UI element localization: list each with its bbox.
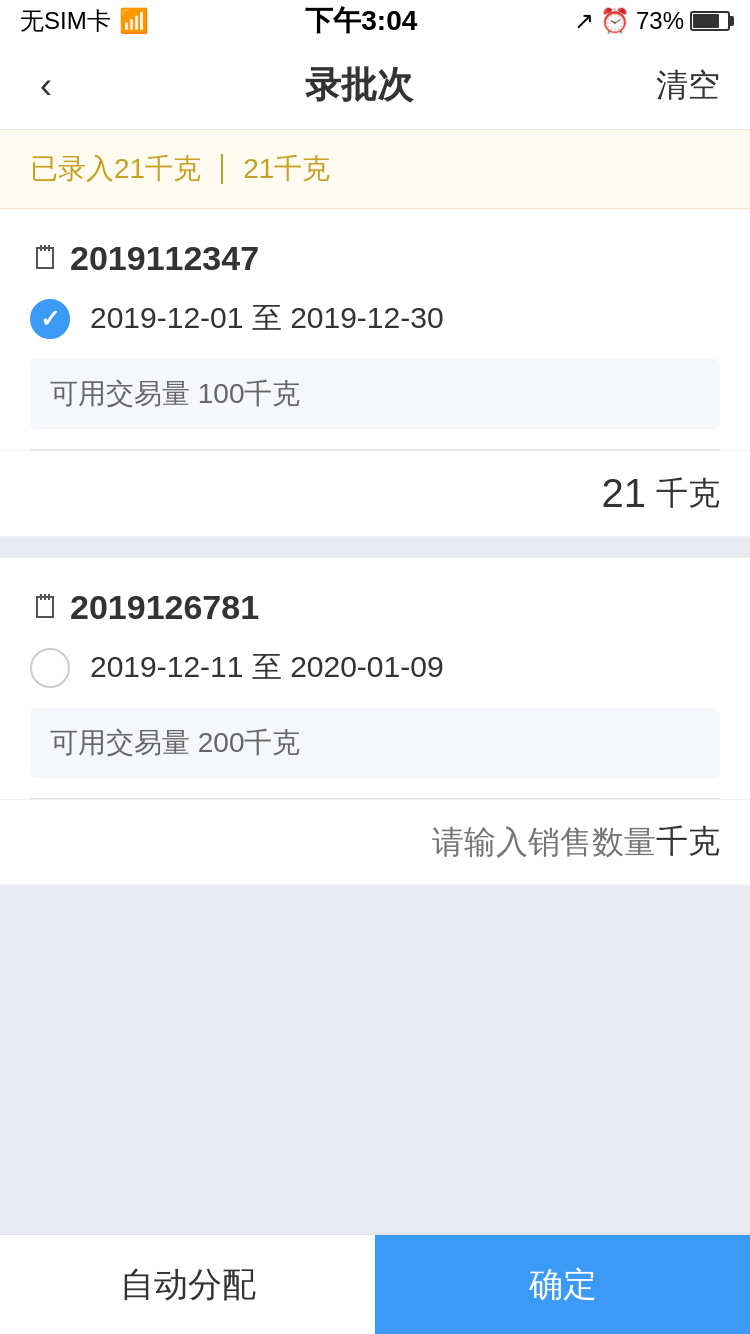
section-separator — [0, 538, 750, 558]
quantity-unit-2: 千克 — [656, 820, 720, 864]
batch-card-1: 🗒 2019112347 2019-12-01 至 2019-12-30 可用交… — [0, 209, 750, 536]
batch-number-2: 2019126781 — [70, 588, 259, 627]
input-row-2: 千克 — [0, 799, 750, 884]
time-label: 下午3:04 — [305, 2, 417, 40]
wifi-icon: 📶 — [119, 7, 149, 35]
batch-row-2[interactable]: 2019-12-11 至 2020-01-09 — [0, 637, 750, 698]
status-bar: 无SIM卡 📶 下午3:04 ↗ ⏰ 73% — [0, 0, 750, 42]
battery-percent: 73% — [636, 7, 684, 35]
alarm-icon: ⏰ — [600, 7, 630, 35]
batch-available-2: 可用交易量 200千克 — [30, 708, 720, 778]
battery-icon — [690, 11, 730, 31]
batch-number-1: 2019112347 — [70, 239, 259, 278]
quantity-value-1: 21 — [602, 471, 647, 516]
batch-date-1: 2019-12-01 至 2019-12-30 — [90, 298, 444, 339]
confirm-button[interactable]: 确定 — [375, 1235, 750, 1334]
recorded-label: 已录入21千克 — [30, 150, 201, 188]
bottom-bar: 自动分配 确定 — [0, 1234, 750, 1334]
radio-2[interactable] — [30, 648, 70, 688]
quantity-unit-1: 千克 — [656, 472, 720, 516]
batch-header-2: 🗒 2019126781 — [0, 558, 750, 637]
batch-card-2: 🗒 2019126781 2019-12-11 至 2020-01-09 可用交… — [0, 558, 750, 884]
total-label: 21千克 — [243, 150, 330, 188]
clear-button[interactable]: 清空 — [656, 64, 720, 108]
carrier-label: 无SIM卡 — [20, 5, 111, 37]
status-bar-left: 无SIM卡 📶 — [20, 5, 149, 37]
batch-row-1[interactable]: 2019-12-01 至 2019-12-30 — [0, 288, 750, 349]
auto-distribute-button[interactable]: 自动分配 — [0, 1235, 375, 1334]
batch-date-2: 2019-12-11 至 2020-01-09 — [90, 647, 444, 688]
status-bar-right: ↗ ⏰ 73% — [574, 7, 730, 35]
location-icon: ↗ — [574, 7, 594, 35]
battery-fill — [693, 14, 719, 28]
banner-divider — [221, 154, 223, 184]
batch-header-1: 🗒 2019112347 — [0, 209, 750, 288]
input-row-1: 21 千克 — [0, 450, 750, 536]
radio-1[interactable] — [30, 299, 70, 339]
page-title: 录批次 — [305, 61, 413, 110]
batch-available-1: 可用交易量 100千克 — [30, 359, 720, 429]
info-banner: 已录入21千克 21千克 — [0, 130, 750, 209]
nav-bar: ‹ 录批次 清空 — [0, 42, 750, 130]
back-button[interactable]: ‹ — [30, 55, 62, 117]
batch-icon-2: 🗒 — [30, 589, 62, 626]
batch-icon-1: 🗒 — [30, 240, 62, 277]
quantity-input-2[interactable] — [30, 824, 656, 861]
